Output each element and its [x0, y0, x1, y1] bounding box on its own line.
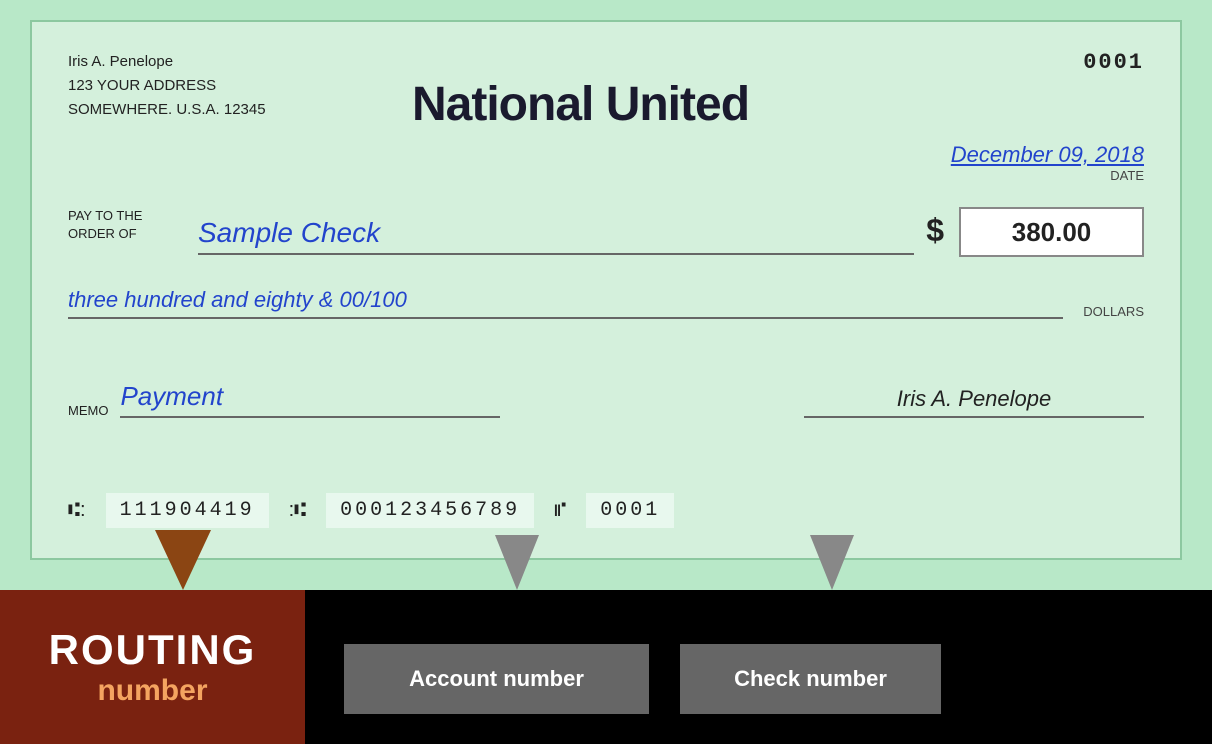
account-arrow	[495, 535, 539, 590]
memo-value: Payment	[120, 381, 223, 412]
check-paper: 0001 National United Iris A. Penelope 12…	[30, 20, 1182, 560]
signature-value: Iris A. Penelope	[897, 386, 1052, 412]
account-label-text: Account number	[409, 666, 584, 692]
check-label-text: Check number	[734, 666, 887, 692]
check-number-micr: 0001	[586, 493, 674, 528]
pay-line: Sample Check	[198, 207, 914, 255]
date-value: December 09, 2018	[951, 142, 1144, 168]
memo-section: MEMO Payment Iris A. Penelope	[68, 382, 1144, 418]
dollars-label: DOLLARS	[1083, 304, 1144, 319]
check-number-top: 0001	[1083, 50, 1144, 75]
micr-symbol-left: ⑆:	[68, 499, 86, 522]
payee-name: Sample Check	[198, 217, 380, 249]
holder-address2: SOMEWHERE. U.S.A. 12345	[68, 98, 266, 122]
holder-address1: 123 YOUR ADDRESS	[68, 74, 266, 98]
amount-box: 380.00	[959, 207, 1144, 257]
account-holder: Iris A. Penelope 123 YOUR ADDRESS SOMEWH…	[68, 50, 266, 122]
check-label-box: Check number	[680, 644, 941, 714]
signature-line: Iris A. Penelope	[804, 382, 1144, 418]
written-amount-section: three hundred and eighty & 00/100 DOLLAR…	[68, 287, 1144, 319]
pay-label: PAY TO THE ORDER OF	[68, 207, 142, 243]
micr-symbol-equal: ⑈	[554, 499, 566, 522]
check-arrow	[810, 535, 854, 590]
micr-line: ⑆: 111904419 :⑆ 000123456789 ⑈ 0001	[68, 493, 1144, 528]
written-amount: three hundred and eighty & 00/100	[68, 287, 1063, 319]
account-label-box: Account number	[344, 644, 649, 714]
dollar-sign: $	[926, 212, 944, 249]
date-label: DATE	[951, 168, 1144, 183]
memo-label: MEMO	[68, 403, 108, 418]
account-number: 000123456789	[326, 493, 534, 528]
memo-line: Payment	[120, 382, 500, 418]
holder-name: Iris A. Penelope	[68, 50, 266, 74]
routing-label-line2: number	[97, 674, 207, 708]
bank-name: National United	[412, 77, 842, 132]
date-area: December 09, 2018 DATE	[951, 142, 1144, 183]
micr-symbol-right: :⑆	[289, 499, 307, 522]
routing-arrow	[155, 530, 211, 590]
routing-number: 111904419	[106, 493, 269, 528]
routing-label-line1: ROUTING	[49, 626, 257, 674]
routing-box: ROUTING number	[0, 590, 305, 744]
